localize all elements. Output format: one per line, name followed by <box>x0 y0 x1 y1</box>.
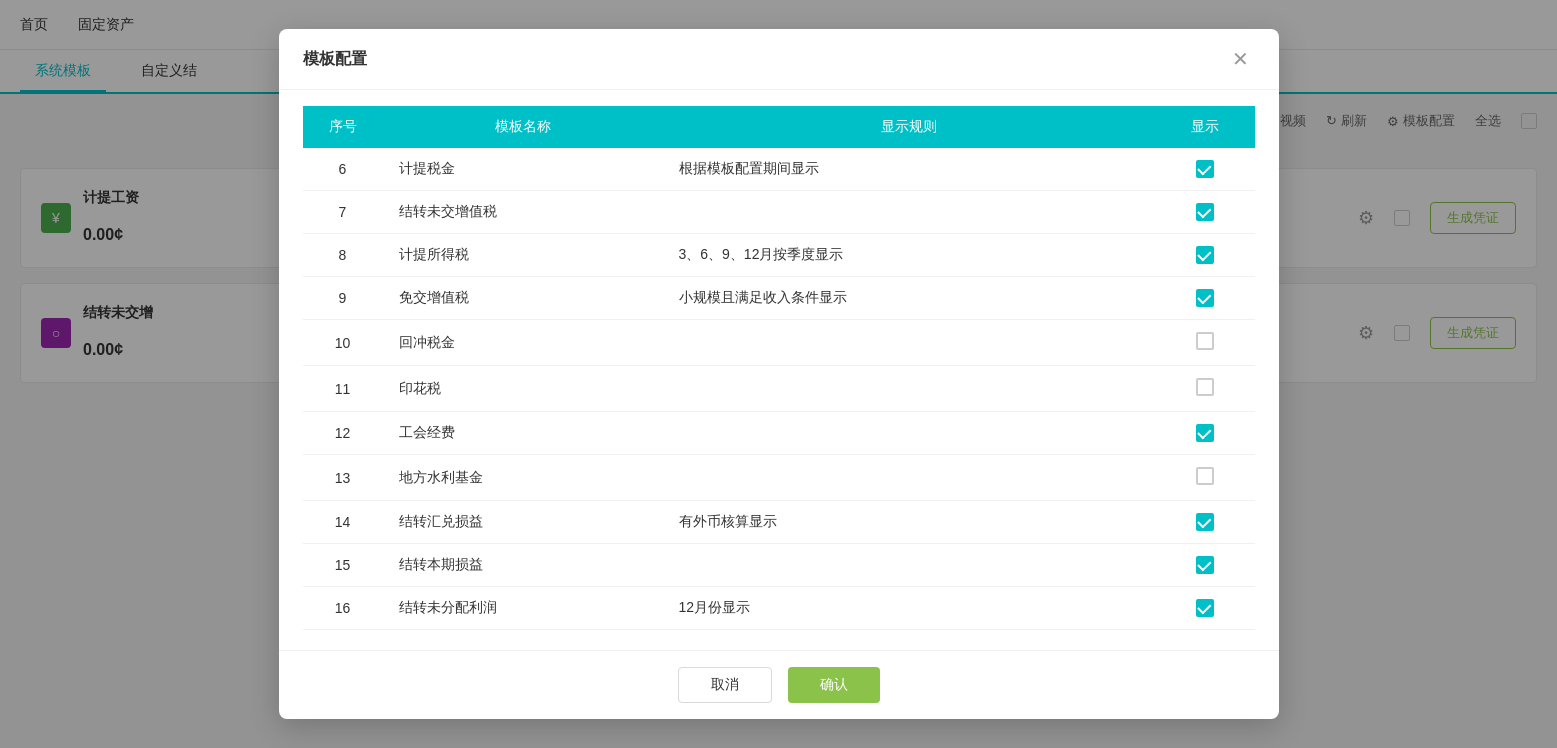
row-rule <box>663 366 1155 412</box>
row-name: 印花税 <box>383 366 663 412</box>
row-rule: 有外币核算显示 <box>663 501 1155 544</box>
row-seq: 9 <box>303 277 383 320</box>
row-checkbox[interactable] <box>1196 424 1214 442</box>
row-show <box>1155 234 1255 277</box>
table-row: 11印花税 <box>303 366 1255 412</box>
row-checkbox[interactable] <box>1196 378 1214 396</box>
confirm-button[interactable]: 确认 <box>788 667 880 703</box>
row-show <box>1155 148 1255 191</box>
row-rule <box>663 191 1155 234</box>
row-checkbox[interactable] <box>1196 599 1214 617</box>
config-table: 序号 模板名称 显示规则 显示 6计提税金根据模板配置期间显示7结转未交增值税8… <box>303 106 1255 630</box>
row-name: 工会经费 <box>383 412 663 455</box>
table-row: 7结转未交增值税 <box>303 191 1255 234</box>
col-rule: 显示规则 <box>663 106 1155 148</box>
row-name: 免交增值税 <box>383 277 663 320</box>
close-icon[interactable]: ✕ <box>1226 47 1255 71</box>
template-config-dialog: 模板配置 ✕ 序号 模板名称 显示规则 显示 6计提税金根据模板配置期间显示7结… <box>279 29 1279 719</box>
row-name: 结转汇兑损益 <box>383 501 663 544</box>
row-show <box>1155 412 1255 455</box>
row-rule: 3、6、9、12月按季度显示 <box>663 234 1155 277</box>
row-checkbox[interactable] <box>1196 332 1214 350</box>
row-checkbox[interactable] <box>1196 246 1214 264</box>
row-checkbox[interactable] <box>1196 289 1214 307</box>
row-checkbox[interactable] <box>1196 203 1214 221</box>
row-rule: 小规模且满足收入条件显示 <box>663 277 1155 320</box>
row-show <box>1155 366 1255 412</box>
col-show: 显示 <box>1155 106 1255 148</box>
row-name: 地方水利基金 <box>383 455 663 501</box>
row-seq: 12 <box>303 412 383 455</box>
row-checkbox[interactable] <box>1196 513 1214 531</box>
table-row: 16结转未分配利润12月份显示 <box>303 587 1255 630</box>
table-row: 6计提税金根据模板配置期间显示 <box>303 148 1255 191</box>
row-show <box>1155 191 1255 234</box>
row-rule: 12月份显示 <box>663 587 1155 630</box>
row-name: 结转未分配利润 <box>383 587 663 630</box>
row-show <box>1155 455 1255 501</box>
table-row: 9免交增值税小规模且满足收入条件显示 <box>303 277 1255 320</box>
dialog-body: 序号 模板名称 显示规则 显示 6计提税金根据模板配置期间显示7结转未交增值税8… <box>279 90 1279 650</box>
row-seq: 14 <box>303 501 383 544</box>
table-row: 10回冲税金 <box>303 320 1255 366</box>
row-name: 结转未交增值税 <box>383 191 663 234</box>
row-rule <box>663 455 1155 501</box>
row-name: 结转本期损益 <box>383 544 663 587</box>
row-checkbox[interactable] <box>1196 160 1214 178</box>
row-rule <box>663 412 1155 455</box>
row-show <box>1155 277 1255 320</box>
col-seq: 序号 <box>303 106 383 148</box>
table-row: 8计提所得税3、6、9、12月按季度显示 <box>303 234 1255 277</box>
table-row: 15结转本期损益 <box>303 544 1255 587</box>
row-seq: 16 <box>303 587 383 630</box>
cancel-button[interactable]: 取消 <box>678 667 772 703</box>
row-rule: 根据模板配置期间显示 <box>663 148 1155 191</box>
row-name: 回冲税金 <box>383 320 663 366</box>
row-seq: 10 <box>303 320 383 366</box>
dialog-header: 模板配置 ✕ <box>279 29 1279 90</box>
row-checkbox[interactable] <box>1196 556 1214 574</box>
row-rule <box>663 544 1155 587</box>
row-rule <box>663 320 1155 366</box>
row-show <box>1155 544 1255 587</box>
row-name: 计提所得税 <box>383 234 663 277</box>
row-checkbox[interactable] <box>1196 467 1214 485</box>
table-row: 13地方水利基金 <box>303 455 1255 501</box>
table-row: 12工会经费 <box>303 412 1255 455</box>
row-show <box>1155 587 1255 630</box>
dialog-footer: 取消 确认 <box>279 650 1279 719</box>
table-row: 14结转汇兑损益有外币核算显示 <box>303 501 1255 544</box>
row-seq: 6 <box>303 148 383 191</box>
row-name: 计提税金 <box>383 148 663 191</box>
row-seq: 13 <box>303 455 383 501</box>
modal-overlay: 模板配置 ✕ 序号 模板名称 显示规则 显示 6计提税金根据模板配置期间显示7结… <box>0 0 1557 748</box>
row-seq: 8 <box>303 234 383 277</box>
row-show <box>1155 501 1255 544</box>
row-seq: 11 <box>303 366 383 412</box>
col-name: 模板名称 <box>383 106 663 148</box>
dialog-title: 模板配置 <box>303 49 367 70</box>
row-seq: 7 <box>303 191 383 234</box>
row-seq: 15 <box>303 544 383 587</box>
row-show <box>1155 320 1255 366</box>
